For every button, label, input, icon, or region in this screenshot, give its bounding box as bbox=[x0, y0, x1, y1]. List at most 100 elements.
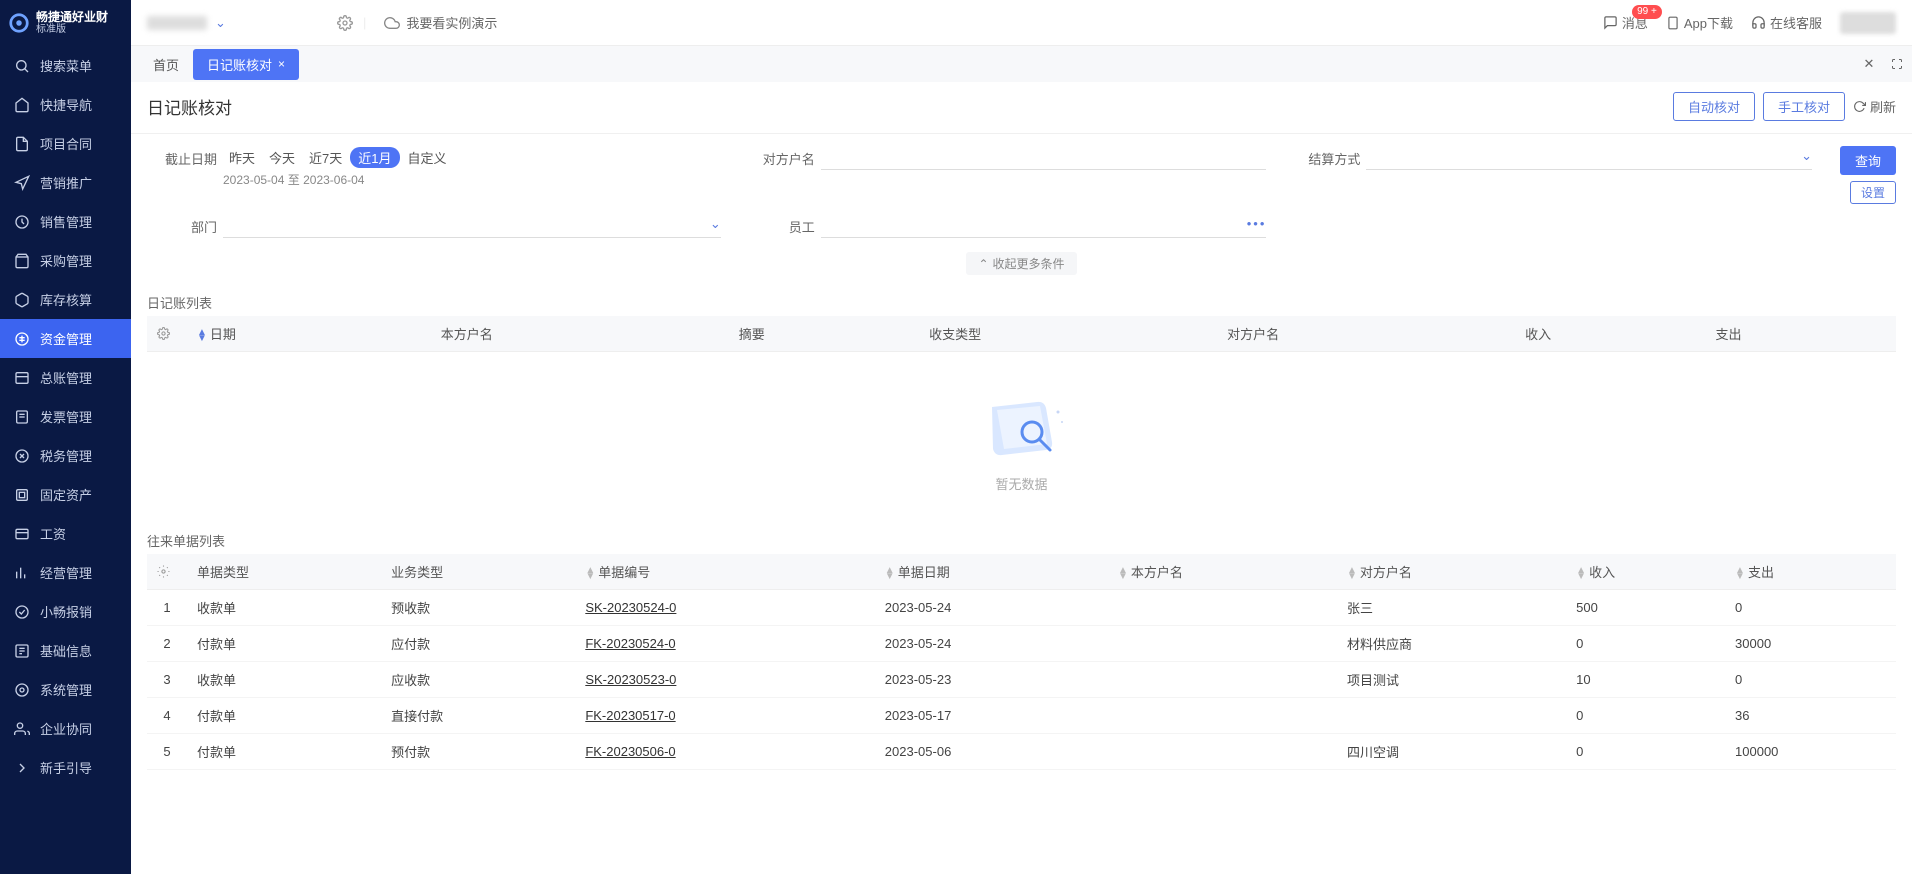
row-index: 2 bbox=[147, 626, 187, 662]
cell-doc-no[interactable]: FK-20230506-0 bbox=[575, 734, 874, 770]
date-shortcut-last1m[interactable]: 近1月 bbox=[350, 147, 399, 168]
settings-button[interactable]: 设置 bbox=[1850, 181, 1896, 204]
sidebar-item[interactable]: 总账管理 bbox=[0, 358, 131, 397]
sidebar-item[interactable]: 营销推广 bbox=[0, 163, 131, 202]
cell-doc-no[interactable]: FK-20230517-0 bbox=[575, 698, 874, 734]
employee-input[interactable] bbox=[821, 214, 1267, 238]
date-shortcut-last7[interactable]: 近7天 bbox=[303, 146, 348, 169]
settlement-select[interactable] bbox=[1366, 146, 1812, 170]
sidebar-item[interactable]: 系统管理 bbox=[0, 670, 131, 709]
col-counterparty[interactable]: ▲▼对方户名 bbox=[1337, 554, 1566, 590]
sidebar-item[interactable]: 搜索菜单 bbox=[0, 46, 131, 85]
counterparty-input[interactable] bbox=[821, 146, 1267, 170]
table-settings-header[interactable] bbox=[147, 554, 187, 590]
col-summary[interactable]: 摘要 bbox=[729, 316, 919, 352]
sidebar-item[interactable]: 项目合同 bbox=[0, 124, 131, 163]
sidebar-item[interactable]: 库存核算 bbox=[0, 280, 131, 319]
date-shortcut-yesterday[interactable]: 昨天 bbox=[223, 146, 261, 169]
auto-check-button[interactable]: 自动核对 bbox=[1673, 92, 1755, 121]
date-shortcut-today[interactable]: 今天 bbox=[263, 146, 301, 169]
docs-table: 单据类型 业务类型 ▲▼单据编号 ▲▼单据日期 ▲▼本方户名 ▲▼对方户名 ▲▼… bbox=[147, 554, 1896, 770]
table-row[interactable]: 4付款单直接付款FK-20230517-02023-05-17036 bbox=[147, 698, 1896, 734]
sidebar-item[interactable]: 快捷导航 bbox=[0, 85, 131, 124]
sidebar-item[interactable]: 企业协同 bbox=[0, 709, 131, 748]
col-expense[interactable]: ▲▼支出 bbox=[1725, 554, 1896, 590]
table-row[interactable]: 1收款单预收款SK-20230524-02023-05-24张三5000 bbox=[147, 590, 1896, 626]
department-select[interactable] bbox=[223, 214, 721, 238]
menu-icon bbox=[14, 721, 30, 737]
sidebar-item[interactable]: 工资 bbox=[0, 514, 131, 553]
refresh-button[interactable]: 刷新 bbox=[1853, 97, 1896, 116]
cell-biz-type: 应收款 bbox=[381, 662, 575, 698]
menu-icon bbox=[14, 682, 30, 698]
col-income[interactable]: 收入 bbox=[1515, 316, 1705, 352]
menu-icon bbox=[14, 175, 30, 191]
col-expense[interactable]: 支出 bbox=[1706, 316, 1896, 352]
table-row[interactable]: 2付款单应付款FK-20230524-02023-05-24材料供应商03000… bbox=[147, 626, 1896, 662]
sidebar-item[interactable]: 小畅报销 bbox=[0, 592, 131, 631]
chevron-down-icon[interactable]: ⌄ bbox=[1801, 148, 1812, 164]
sidebar-item[interactable]: 税务管理 bbox=[0, 436, 131, 475]
cloud-icon bbox=[384, 15, 400, 31]
manual-check-button[interactable]: 手工核对 bbox=[1763, 92, 1845, 121]
messages-button[interactable]: 消息 99 + bbox=[1603, 13, 1648, 32]
col-our-account[interactable]: 本方户名 bbox=[431, 316, 729, 352]
user-avatar[interactable] bbox=[1840, 12, 1896, 34]
deadline-label: 截止日期 bbox=[147, 146, 217, 168]
message-icon bbox=[1603, 15, 1618, 30]
sidebar-item[interactable]: 资金管理 bbox=[0, 319, 131, 358]
col-doc-no[interactable]: ▲▼单据编号 bbox=[575, 554, 874, 590]
menu-icon bbox=[14, 760, 30, 776]
sidebar-item[interactable]: 基础信息 bbox=[0, 631, 131, 670]
date-shortcut-custom[interactable]: 自定义 bbox=[402, 146, 453, 169]
chevron-down-icon[interactable]: ⌄ bbox=[710, 216, 721, 232]
close-all-icon[interactable]: ✕ bbox=[1858, 53, 1880, 75]
sidebar-item[interactable]: 新手引导 bbox=[0, 748, 131, 787]
sidebar-item[interactable]: 采购管理 bbox=[0, 241, 131, 280]
sidebar-item[interactable]: 发票管理 bbox=[0, 397, 131, 436]
sidebar: 畅捷通好业财 标准版 搜索菜单快捷导航项目合同营销推广销售管理采购管理库存核算资… bbox=[0, 0, 131, 874]
cell-doc-no[interactable]: SK-20230524-0 bbox=[575, 590, 874, 626]
demo-link[interactable]: 我要看实例演示 bbox=[384, 13, 497, 32]
brand-edition: 标准版 bbox=[36, 24, 108, 36]
sidebar-item-label: 经营管理 bbox=[40, 563, 92, 582]
col-income[interactable]: ▲▼收入 bbox=[1566, 554, 1725, 590]
support-button[interactable]: 在线客服 bbox=[1751, 13, 1822, 32]
close-icon[interactable]: × bbox=[278, 57, 285, 71]
menu-icon bbox=[14, 643, 30, 659]
cell-our-account bbox=[1108, 734, 1337, 770]
menu-icon bbox=[14, 58, 30, 74]
table-row[interactable]: 3收款单应收款SK-20230523-02023-05-23项目测试100 bbox=[147, 662, 1896, 698]
sidebar-item[interactable]: 经营管理 bbox=[0, 553, 131, 592]
col-biz-type[interactable]: 业务类型 bbox=[381, 554, 575, 590]
col-doc-date[interactable]: ▲▼单据日期 bbox=[875, 554, 1108, 590]
col-date[interactable]: ▲▼日期 bbox=[187, 316, 431, 352]
col-io-type[interactable]: 收支类型 bbox=[919, 316, 1217, 352]
tab-journal-check[interactable]: 日记账核对 × bbox=[193, 49, 299, 80]
col-doc-type[interactable]: 单据类型 bbox=[187, 554, 381, 590]
collapse-filters-button[interactable]: ⌃ 收起更多条件 bbox=[966, 252, 1076, 275]
col-counterparty[interactable]: 对方户名 bbox=[1217, 316, 1515, 352]
cell-counterparty bbox=[1337, 698, 1566, 734]
fullscreen-icon[interactable] bbox=[1886, 53, 1908, 75]
sidebar-item[interactable]: 固定资产 bbox=[0, 475, 131, 514]
app-download-button[interactable]: App下载 bbox=[1666, 13, 1733, 32]
tab-home[interactable]: 首页 bbox=[139, 49, 193, 80]
cell-expense: 0 bbox=[1725, 662, 1896, 698]
query-button[interactable]: 查询 bbox=[1840, 146, 1896, 175]
cell-income: 500 bbox=[1566, 590, 1725, 626]
org-selector[interactable]: ⌄ bbox=[147, 15, 327, 31]
col-our-account[interactable]: ▲▼本方户名 bbox=[1108, 554, 1337, 590]
docs-section-title: 往来单据列表 bbox=[131, 523, 1912, 554]
cell-doc-no[interactable]: SK-20230523-0 bbox=[575, 662, 874, 698]
more-icon[interactable]: ••• bbox=[1247, 216, 1267, 231]
sidebar-item-label: 销售管理 bbox=[40, 212, 92, 231]
table-row[interactable]: 5付款单预付款FK-20230506-02023-05-06四川空调010000… bbox=[147, 734, 1896, 770]
settings-icon[interactable] bbox=[337, 15, 353, 31]
cell-income: 0 bbox=[1566, 626, 1725, 662]
table-settings-header[interactable] bbox=[147, 316, 187, 352]
sidebar-item-label: 项目合同 bbox=[40, 134, 92, 153]
cell-doc-no[interactable]: FK-20230524-0 bbox=[575, 626, 874, 662]
menu-icon bbox=[14, 214, 30, 230]
sidebar-item[interactable]: 销售管理 bbox=[0, 202, 131, 241]
